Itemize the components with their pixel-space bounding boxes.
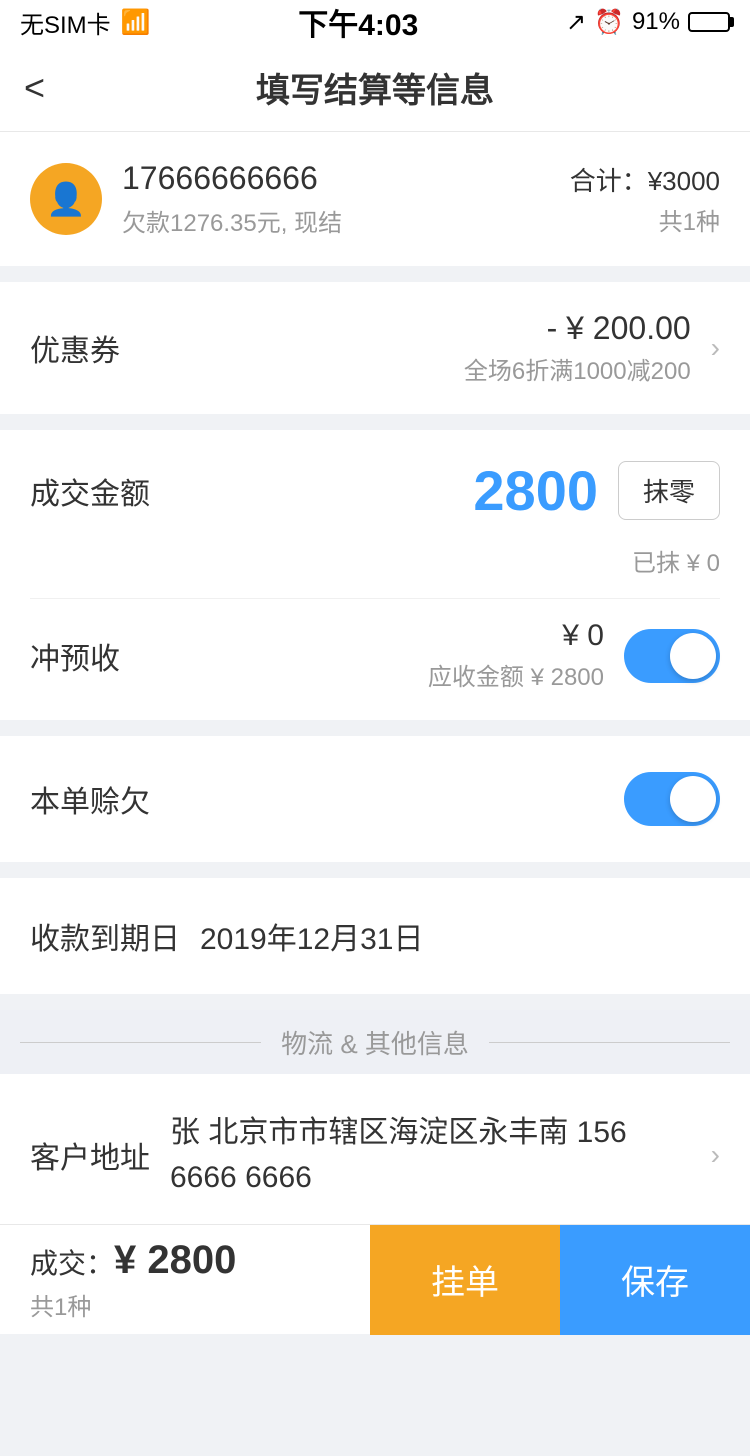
customer-left: 👤 17666666666 欠款1276.35元, 现结: [30, 160, 342, 238]
total-amount: 合计：¥3000: [570, 161, 720, 198]
customer-info: 17666666666 欠款1276.35元, 现结: [122, 160, 342, 238]
alarm-icon: ⏰: [594, 8, 624, 37]
address-chevron-icon: ›: [711, 1139, 720, 1171]
prepay-sub: 应收金额 ¥ 2800: [428, 657, 604, 692]
coupon-label: 优惠券: [30, 326, 120, 370]
customer-right: 合计：¥3000 共1种: [570, 161, 720, 237]
back-button[interactable]: <: [24, 67, 45, 109]
toggle-knob: [670, 633, 716, 679]
bottom-bar: 成交：¥ 2800 共1种 挂单 保存: [0, 1224, 750, 1334]
section-divider: 物流 & 其他信息: [0, 1010, 750, 1074]
amount-row: 成交金额 2800 抹零: [30, 458, 720, 523]
debit-section: 本单赊欠: [0, 736, 750, 862]
date-label: 收款到期日: [30, 914, 180, 958]
address-value: 张 北京市市辖区海淀区永丰南 156 6666 6666: [170, 1110, 683, 1200]
prepay-toggle[interactable]: [624, 629, 720, 683]
amount-section: 成交金额 2800 抹零 已抹 ¥ 0 冲预收 ¥ 0 应收金额 ¥ 2800: [0, 430, 750, 720]
address-label: 客户地址: [30, 1133, 150, 1177]
prepay-row: 冲预收 ¥ 0 应收金额 ¥ 2800: [30, 598, 720, 692]
carrier-label: 无SIM卡: [20, 5, 111, 40]
prepay-right: ¥ 0 应收金额 ¥ 2800: [428, 619, 720, 692]
address-section[interactable]: 客户地址 张 北京市市辖区海淀区永丰南 156 6666 6666 ›: [0, 1074, 750, 1236]
coupon-info: - ¥ 200.00 全场6折满1000减200: [464, 310, 691, 386]
customer-section: 👤 17666666666 欠款1276.35元, 现结 合计：¥3000 共1…: [0, 132, 750, 266]
location-icon: ↗: [566, 8, 586, 37]
page-title: 填写结算等信息: [256, 63, 494, 112]
amount-label: 成交金额: [30, 469, 150, 513]
avatar: 👤: [30, 163, 102, 235]
divider-line-left: [20, 1042, 261, 1043]
customer-phone: 17666666666: [122, 160, 342, 197]
customer-debt: 欠款1276.35元, 现结: [122, 203, 342, 238]
date-section: 收款到期日 2019年12月31日: [0, 878, 750, 994]
hold-button[interactable]: 挂单: [370, 1225, 560, 1335]
battery-label: 91%: [632, 8, 680, 36]
amount-sub: 已抹 ¥ 0: [632, 550, 720, 577]
debit-label: 本单赊欠: [30, 777, 150, 821]
status-time: 下午4:03: [298, 0, 418, 44]
debit-toggle-knob: [670, 776, 716, 822]
prepay-amount: ¥ 0: [428, 619, 604, 653]
coupon-right: - ¥ 200.00 全场6折满1000减200 ›: [464, 310, 720, 386]
bottom-count: 共1种: [30, 1287, 340, 1322]
bottom-summary: 成交：¥ 2800 共1种: [0, 1238, 370, 1322]
deal-label: 成交：: [30, 1248, 114, 1279]
coupon-discount: - ¥ 200.00: [464, 310, 691, 347]
total-count: 共1种: [570, 202, 720, 237]
nav-bar: < 填写结算等信息: [0, 44, 750, 132]
date-value: 2019年12月31日: [200, 914, 423, 958]
status-right: ↗ ⏰ 91%: [566, 8, 730, 37]
save-button[interactable]: 保存: [560, 1225, 750, 1335]
prepay-values: ¥ 0 应收金额 ¥ 2800: [428, 619, 604, 692]
divider-line-right: [489, 1042, 730, 1043]
status-bar: 无SIM卡 📶 下午4:03 ↗ ⏰ 91%: [0, 0, 750, 44]
divider-label: 物流 & 其他信息: [281, 1024, 469, 1061]
round-button[interactable]: 抹零: [618, 461, 720, 520]
status-left: 无SIM卡 📶: [20, 5, 151, 40]
coupon-section[interactable]: 优惠券 - ¥ 200.00 全场6折满1000减200 ›: [0, 282, 750, 414]
deal-value: ¥ 2800: [114, 1238, 236, 1282]
amount-value: 2800: [473, 458, 598, 523]
prepay-label: 冲预收: [30, 634, 120, 678]
amount-value-group: 2800 抹零: [473, 458, 720, 523]
coupon-chevron-icon: ›: [711, 332, 720, 364]
coupon-description: 全场6折满1000减200: [464, 351, 691, 386]
battery-icon: [688, 12, 730, 32]
wifi-icon: 📶: [121, 8, 151, 37]
avatar-icon: 👤: [46, 180, 86, 218]
debit-toggle[interactable]: [624, 772, 720, 826]
bottom-deal: 成交：¥ 2800: [30, 1238, 340, 1283]
